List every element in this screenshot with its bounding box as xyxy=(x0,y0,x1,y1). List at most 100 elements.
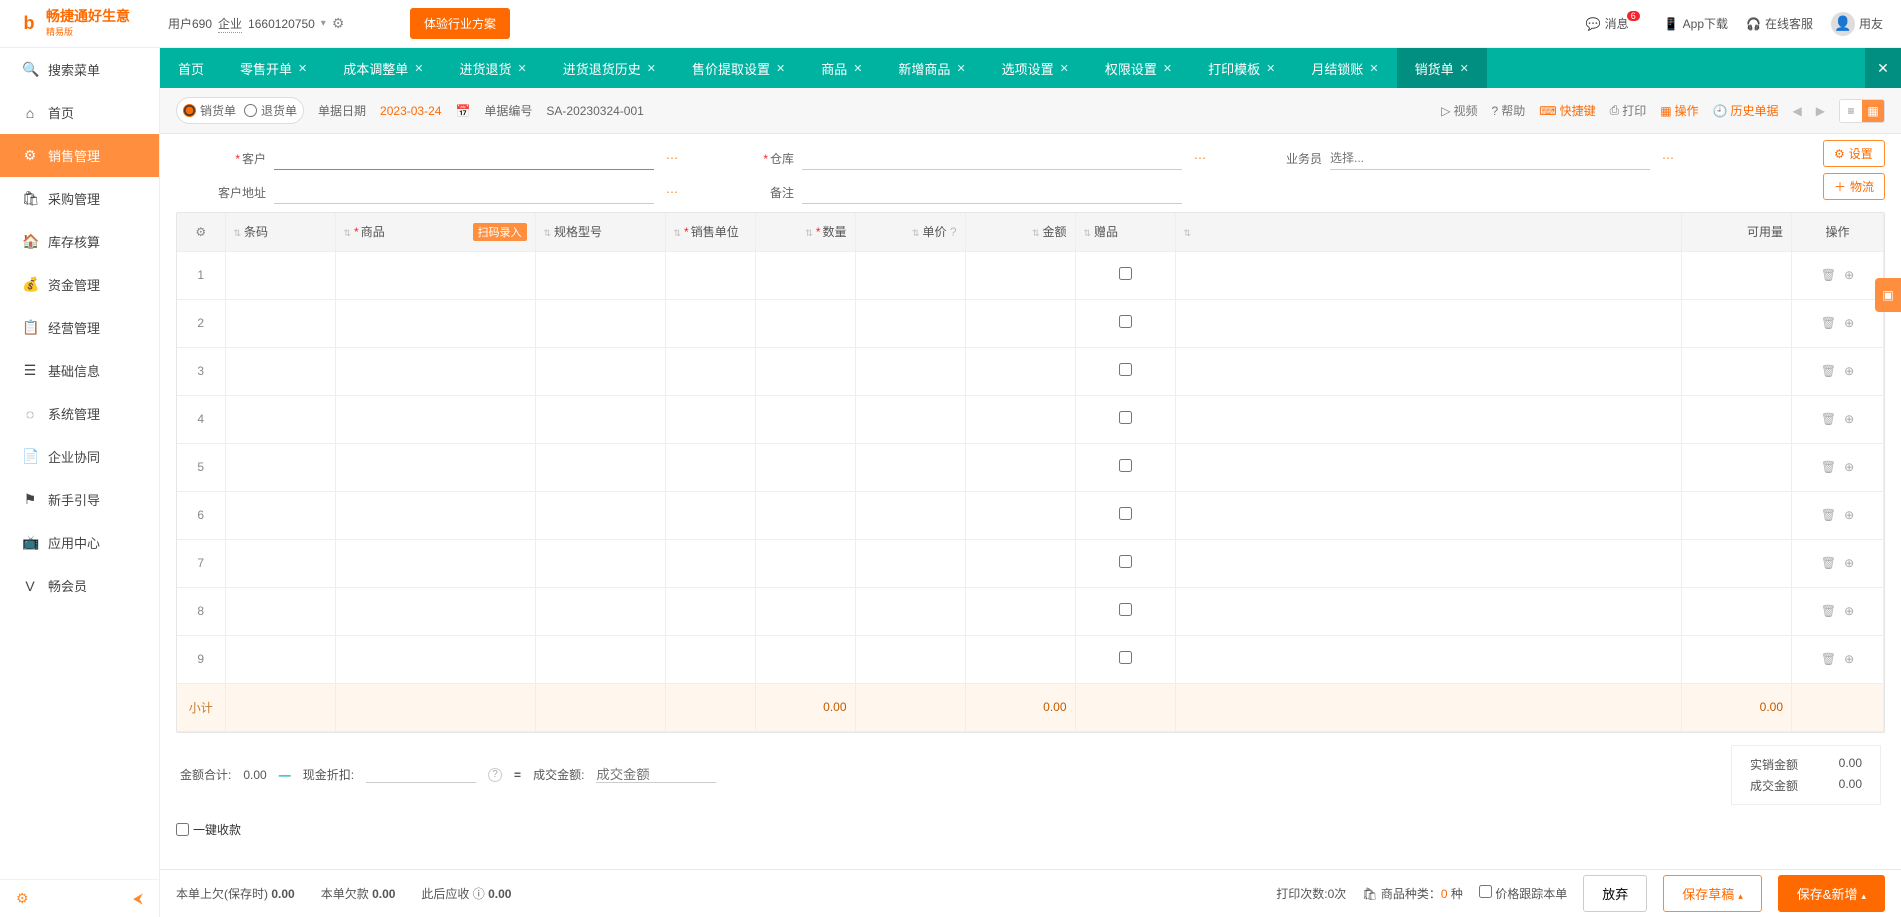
app-download-link[interactable]: 📱App下载 xyxy=(1664,15,1728,32)
delete-row-icon[interactable]: 🗑 xyxy=(1821,652,1836,666)
col-barcode[interactable]: ⇅条码 xyxy=(225,213,335,251)
close-icon[interactable]: ✕ xyxy=(1460,62,1469,75)
sidebar-item-0[interactable]: 🔍搜索菜单 xyxy=(0,48,159,91)
sidebar-item-12[interactable]: V畅会员 xyxy=(0,564,159,607)
doc-type-return-radio[interactable] xyxy=(244,104,257,117)
table-row[interactable]: 9🗑⊕ xyxy=(177,635,1884,683)
onekey-receive[interactable]: 一键收款 xyxy=(176,817,1885,842)
save-and-new-button[interactable]: 保存&新增▴ xyxy=(1778,875,1885,912)
doc-date-value[interactable]: 2023-03-24 xyxy=(380,104,441,118)
warehouse-picker-icon[interactable]: ⋯ xyxy=(1190,151,1210,165)
col-available[interactable]: 可用量 xyxy=(1682,213,1792,251)
price-track-checkbox[interactable] xyxy=(1479,885,1492,898)
close-icon[interactable]: ✕ xyxy=(956,62,965,75)
close-all-tabs[interactable]: ✕ xyxy=(1865,48,1901,88)
table-row[interactable]: 1🗑⊕ xyxy=(177,251,1884,299)
delete-row-icon[interactable]: 🗑 xyxy=(1821,604,1836,618)
gift-checkbox[interactable] xyxy=(1119,603,1132,616)
close-icon[interactable]: ✕ xyxy=(1369,62,1378,75)
delete-row-icon[interactable]: 🗑 xyxy=(1821,412,1836,426)
print-link[interactable]: ⎙ 打印 xyxy=(1610,102,1647,119)
save-draft-button[interactable]: 保存草稿▴ xyxy=(1663,875,1762,912)
history-link[interactable]: 🕘 历史单据 xyxy=(1713,102,1779,119)
delete-row-icon[interactable]: 🗑 xyxy=(1821,364,1836,378)
close-icon[interactable]: ✕ xyxy=(298,62,307,75)
add-row-icon[interactable]: ⊕ xyxy=(1844,508,1854,522)
next-doc-button[interactable]: ▶ xyxy=(1816,104,1825,118)
doc-type-sale-radio[interactable] xyxy=(183,104,196,117)
col-gift[interactable]: ⇅赠品 xyxy=(1075,213,1175,251)
settings-button[interactable]: ⚙ 设置 xyxy=(1823,140,1885,167)
deal-amount-input[interactable] xyxy=(596,767,716,783)
close-icon[interactable]: ✕ xyxy=(647,62,656,75)
delete-row-icon[interactable]: 🗑 xyxy=(1821,268,1836,282)
online-service-link[interactable]: 🎧在线客服 xyxy=(1746,15,1813,32)
ops-link[interactable]: ▦ 操作 xyxy=(1660,102,1698,119)
tenant-selector[interactable]: 用户690企业1660120750 ▾ ⚙ xyxy=(168,15,398,33)
add-row-icon[interactable]: ⊕ xyxy=(1844,604,1854,618)
gear-icon[interactable]: ⚙ xyxy=(332,15,345,32)
delete-row-icon[interactable]: 🗑 xyxy=(1821,556,1836,570)
tab-3[interactable]: 进货退货✕ xyxy=(441,48,544,88)
table-row[interactable]: 7🗑⊕ xyxy=(177,539,1884,587)
calendar-icon[interactable]: 📅 xyxy=(455,104,470,118)
col-spec[interactable]: ⇅规格型号 xyxy=(535,213,665,251)
customer-picker-icon[interactable]: ⋯ xyxy=(662,151,682,165)
add-row-icon[interactable]: ⊕ xyxy=(1844,460,1854,474)
salesperson-picker-icon[interactable]: ⋯ xyxy=(1658,151,1678,165)
view-list-button[interactable]: ≡ xyxy=(1840,100,1862,122)
add-row-icon[interactable]: ⊕ xyxy=(1844,316,1854,330)
discard-button[interactable]: 放弃 xyxy=(1583,875,1647,912)
sidebar-item-10[interactable]: ⚑新手引导 xyxy=(0,478,159,521)
sidebar-item-7[interactable]: ☰基础信息 xyxy=(0,349,159,392)
salesperson-input[interactable] xyxy=(1330,146,1650,170)
onekey-receive-checkbox[interactable] xyxy=(176,823,189,836)
price-track[interactable]: 价格跟踪本单 xyxy=(1479,885,1567,902)
add-row-icon[interactable]: ⊕ xyxy=(1844,268,1854,282)
video-link[interactable]: ▷ 视频 xyxy=(1441,102,1477,119)
col-unit[interactable]: ⇅*销售单位 xyxy=(665,213,755,251)
sidebar-item-1[interactable]: ⌂首页 xyxy=(0,91,159,134)
col-qty[interactable]: ⇅*数量 xyxy=(755,213,855,251)
tab-11[interactable]: 月结锁账✕ xyxy=(1293,48,1396,88)
gift-checkbox[interactable] xyxy=(1119,267,1132,280)
logistics-button[interactable]: ＋ 物流 xyxy=(1823,173,1885,200)
messages-link[interactable]: 💬消息6 xyxy=(1586,15,1646,32)
col-settings[interactable]: ⚙ xyxy=(177,213,225,251)
address-picker-icon[interactable]: ⋯ xyxy=(662,185,682,199)
sidebar-item-6[interactable]: 📋经营管理 xyxy=(0,306,159,349)
gift-checkbox[interactable] xyxy=(1119,651,1132,664)
tab-9[interactable]: 权限设置✕ xyxy=(1087,48,1190,88)
gift-checkbox[interactable] xyxy=(1119,459,1132,472)
close-icon[interactable]: ✕ xyxy=(853,62,862,75)
delete-row-icon[interactable]: 🗑 xyxy=(1821,460,1836,474)
tab-2[interactable]: 成本调整单✕ xyxy=(325,48,441,88)
address-input[interactable] xyxy=(274,180,654,204)
cash-discount-input[interactable] xyxy=(366,767,476,783)
sidebar-item-9[interactable]: 📄企业协同 xyxy=(0,435,159,478)
customer-input[interactable] xyxy=(274,146,654,170)
close-icon[interactable]: ✕ xyxy=(1060,62,1069,75)
gift-checkbox[interactable] xyxy=(1119,315,1132,328)
col-price[interactable]: ⇅单价 ? xyxy=(855,213,965,251)
col-amount[interactable]: ⇅金额 xyxy=(965,213,1075,251)
view-grid-button[interactable]: ▦ xyxy=(1862,100,1884,122)
add-row-icon[interactable]: ⊕ xyxy=(1844,556,1854,570)
add-row-icon[interactable]: ⊕ xyxy=(1844,364,1854,378)
col-product[interactable]: ⇅*商品扫码录入 xyxy=(335,213,535,251)
sidebar-item-5[interactable]: 💰资金管理 xyxy=(0,263,159,306)
delete-row-icon[interactable]: 🗑 xyxy=(1821,316,1836,330)
close-icon[interactable]: ✕ xyxy=(518,62,527,75)
tab-4[interactable]: 进货退货历史✕ xyxy=(545,48,674,88)
help-link[interactable]: ? 帮助 xyxy=(1492,102,1526,119)
tab-8[interactable]: 选项设置✕ xyxy=(984,48,1087,88)
tab-1[interactable]: 零售开单✕ xyxy=(222,48,325,88)
gift-checkbox[interactable] xyxy=(1119,555,1132,568)
tab-7[interactable]: 新增商品✕ xyxy=(880,48,983,88)
close-icon[interactable]: ✕ xyxy=(1266,62,1275,75)
warehouse-input[interactable] xyxy=(802,146,1182,170)
industry-cta-button[interactable]: 体验行业方案 xyxy=(410,8,510,39)
doc-type-sale[interactable]: 销货单 xyxy=(183,102,236,119)
tab-12[interactable]: 销货单✕ xyxy=(1397,48,1487,88)
sidebar-item-3[interactable]: 🛍采购管理 xyxy=(0,177,159,220)
